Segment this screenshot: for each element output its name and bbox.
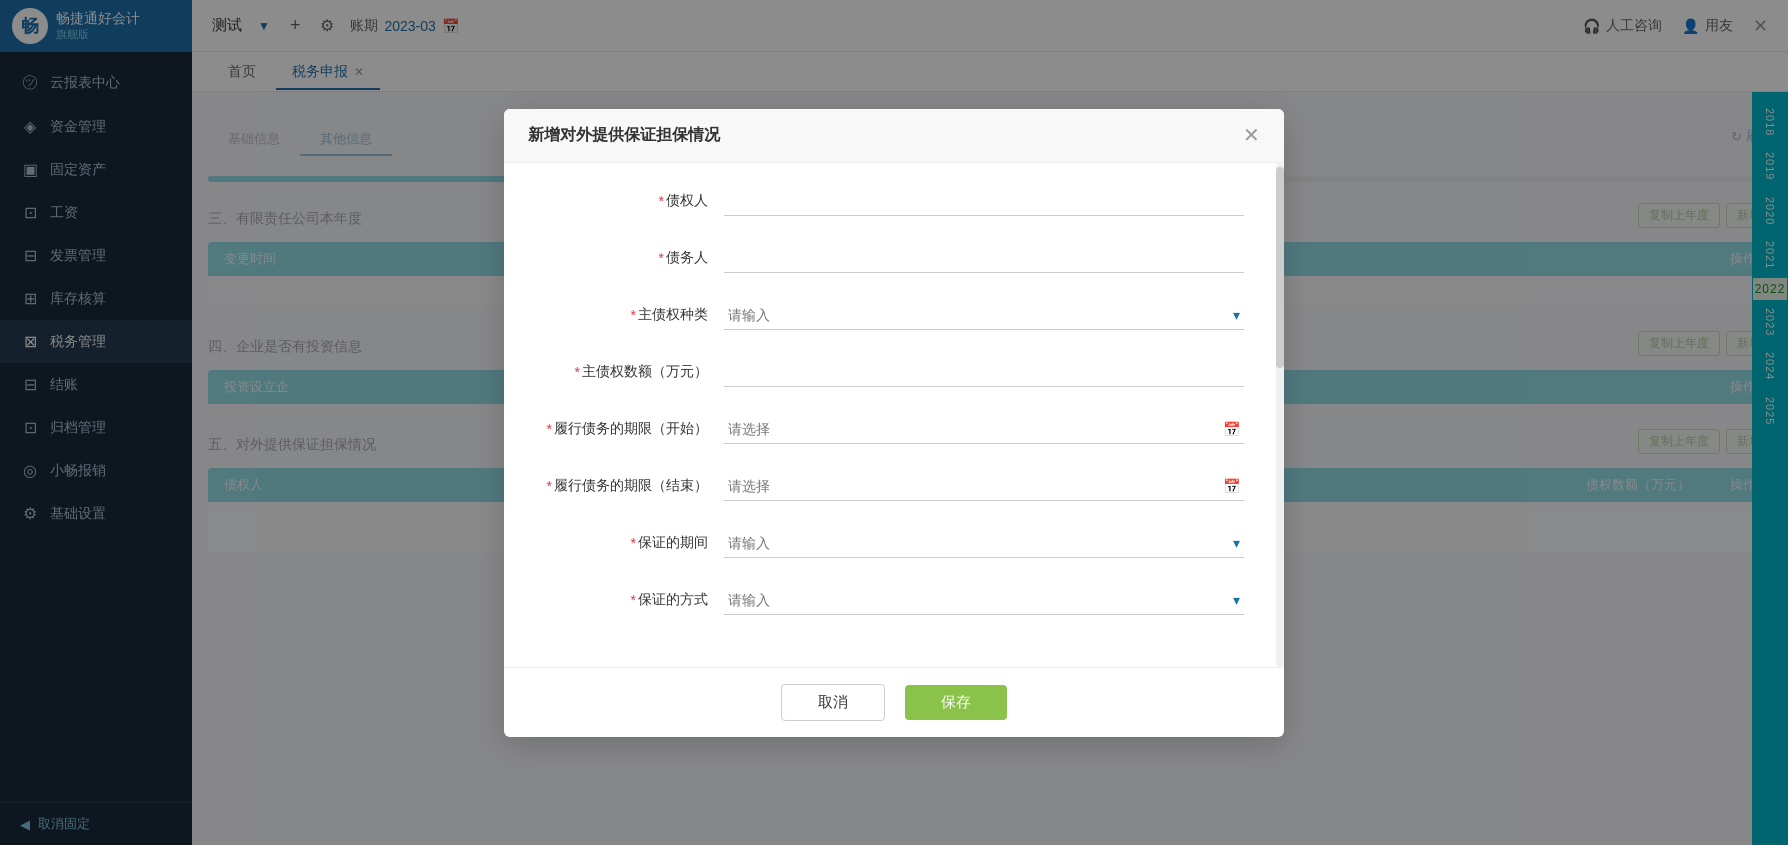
label-zhaiwuren: * 债务人 bbox=[544, 249, 724, 267]
label-zhaiquanren: * 债权人 bbox=[544, 192, 724, 210]
datepicker-lixingqihankaishi-input[interactable] bbox=[724, 415, 1223, 443]
select-baozhengfangshi[interactable]: ▾ bbox=[724, 586, 1244, 615]
field-baozhengqijian: * 保证的期间 ▾ bbox=[544, 529, 1244, 558]
modal-title: 新增对外提供保证担保情况 bbox=[528, 125, 720, 146]
field-zhuzhaiquanzhonglei: * 主债权种类 ▾ bbox=[544, 301, 1244, 330]
field-zhaiquanren: * 债权人 bbox=[544, 187, 1244, 216]
modal-footer: 取消 保存 bbox=[504, 667, 1284, 737]
modal-body: * 债权人 * 债务人 * 主债权种类 ▾ bbox=[504, 163, 1284, 667]
select-zhuzhaiquanzhonglei-input[interactable] bbox=[724, 301, 1233, 329]
modal-header: 新增对外提供保证担保情况 ✕ bbox=[504, 109, 1284, 163]
chevron-down-icon-2[interactable]: ▾ bbox=[1233, 535, 1244, 551]
label-baozhengqijian: * 保证的期间 bbox=[544, 534, 724, 552]
calendar-start-icon[interactable]: 📅 bbox=[1223, 421, 1244, 437]
select-baozhengqijian-input[interactable] bbox=[724, 529, 1233, 557]
select-baozhengqijian[interactable]: ▾ bbox=[724, 529, 1244, 558]
save-button[interactable]: 保存 bbox=[905, 685, 1007, 720]
field-baozhengfangshi: * 保证的方式 ▾ bbox=[544, 586, 1244, 615]
field-zhaiwuren: * 债务人 bbox=[544, 244, 1244, 273]
label-zhuzhaiquanshoue: * 主债权数额（万元） bbox=[544, 363, 724, 381]
datepicker-lixingqihanjieshu[interactable]: 📅 bbox=[724, 472, 1244, 501]
input-zhuzhaiquanshoue[interactable] bbox=[724, 358, 1244, 387]
label-lixingqihankaishi: * 履行债务的期限（开始） bbox=[544, 420, 724, 438]
modal-close-button[interactable]: ✕ bbox=[1243, 125, 1260, 145]
label-baozhengfangshi: * 保证的方式 bbox=[544, 591, 724, 609]
input-zhaiquanren[interactable] bbox=[724, 187, 1244, 216]
datepicker-lixingqihanjieshu-input[interactable] bbox=[724, 472, 1223, 500]
chevron-down-icon-3[interactable]: ▾ bbox=[1233, 592, 1244, 608]
select-zhuzhaiquanzhonglei[interactable]: ▾ bbox=[724, 301, 1244, 330]
cancel-button[interactable]: 取消 bbox=[781, 684, 885, 721]
label-zhuzhaiquanzhonglei: * 主债权种类 bbox=[544, 306, 724, 324]
calendar-end-icon[interactable]: 📅 bbox=[1223, 478, 1244, 494]
chevron-down-icon[interactable]: ▾ bbox=[1233, 307, 1244, 323]
label-lixingqihanjieshu: * 履行债务的期限（结束） bbox=[544, 477, 724, 495]
field-lixingqihanjieshu: * 履行债务的期限（结束） 📅 bbox=[544, 472, 1244, 501]
field-zhuzhaiquanshoue: * 主债权数额（万元） bbox=[544, 358, 1244, 387]
input-zhaiwuren[interactable] bbox=[724, 244, 1244, 273]
field-lixingqihankaishi: * 履行债务的期限（开始） 📅 bbox=[544, 415, 1244, 444]
select-baozhengfangshi-input[interactable] bbox=[724, 586, 1233, 614]
datepicker-lixingqihankaishi[interactable]: 📅 bbox=[724, 415, 1244, 444]
modal-dialog: 新增对外提供保证担保情况 ✕ * 债权人 * 债务人 * bbox=[504, 109, 1284, 737]
